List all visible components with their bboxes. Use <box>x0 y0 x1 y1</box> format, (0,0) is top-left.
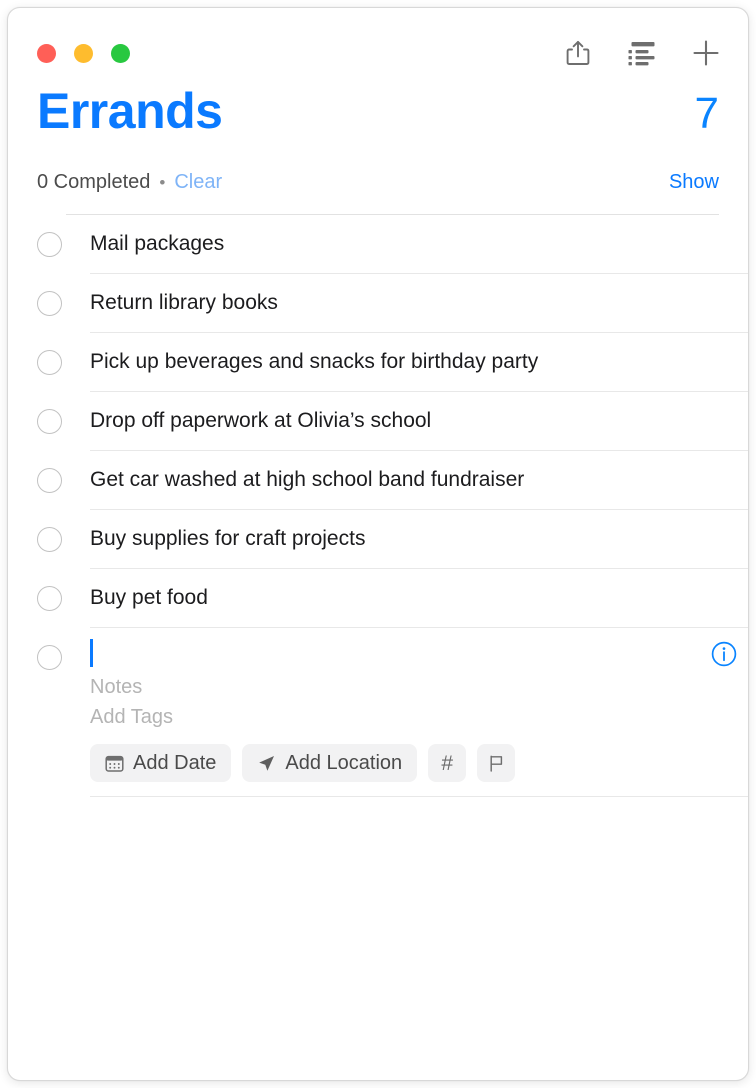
reminder-title[interactable]: Buy supplies for craft projects <box>90 510 740 568</box>
complete-circle-icon[interactable] <box>37 232 62 257</box>
clear-button[interactable]: Clear <box>174 171 222 194</box>
title-row: Errands 7 <box>37 86 719 160</box>
flag-button[interactable] <box>477 744 516 782</box>
reminder-title[interactable]: Buy pet food <box>90 569 740 627</box>
reminder-title[interactable]: Mail packages <box>90 215 740 273</box>
row-body: Buy pet food <box>90 569 748 628</box>
add-location-label: Add Location <box>285 751 403 774</box>
table-row[interactable]: Return library books <box>8 274 748 333</box>
add-date-label: Add Date <box>133 751 217 774</box>
new-reminder-body: Notes Add Tags Add Date Add Location # <box>90 628 748 797</box>
share-button[interactable] <box>562 36 594 70</box>
complete-circle-icon[interactable] <box>37 468 62 493</box>
complete-circle-icon[interactable] <box>37 586 62 611</box>
share-icon <box>565 39 591 67</box>
row-body: Get car washed at high school band fundr… <box>90 451 748 510</box>
minimize-button[interactable] <box>74 44 93 63</box>
info-circle-icon <box>710 641 738 672</box>
reminder-title[interactable]: Return library books <box>90 274 740 332</box>
add-date-button[interactable]: Add Date <box>90 744 232 782</box>
row-body: Return library books <box>90 274 748 333</box>
list-header: Errands 7 0 Completed • Clear Show <box>8 86 748 215</box>
completed-count-label: 0 Completed <box>37 170 151 193</box>
add-location-button[interactable]: Add Location <box>242 744 418 782</box>
quick-actions: Add Date Add Location # <box>90 744 740 782</box>
page-title: Errands <box>37 83 223 139</box>
complete-circle-icon[interactable] <box>37 409 62 434</box>
complete-circle-icon[interactable] <box>37 291 62 316</box>
table-row[interactable]: Get car washed at high school band fundr… <box>8 451 748 510</box>
reminders-window: Errands 7 0 Completed • Clear Show Mail … <box>7 7 749 1081</box>
view-options-button[interactable] <box>626 36 658 70</box>
add-tag-button[interactable]: # <box>428 744 467 782</box>
completed-group: 0 Completed • Clear <box>37 171 222 194</box>
separator-dot: • <box>159 172 166 192</box>
window-controls <box>37 44 130 63</box>
list-view-icon <box>627 40 657 66</box>
tags-input[interactable]: Add Tags <box>90 702 740 732</box>
complete-circle-icon[interactable] <box>37 350 62 375</box>
text-cursor <box>90 639 93 667</box>
complete-circle-icon[interactable] <box>37 527 62 552</box>
titlebar <box>8 8 748 86</box>
reminder-title[interactable]: Drop off paperwork at Olivia’s school <box>90 392 740 450</box>
table-row[interactable]: Drop off paperwork at Olivia’s school <box>8 392 748 451</box>
hash-icon: # <box>441 751 453 775</box>
complete-circle-icon[interactable] <box>37 645 62 670</box>
new-reminder-row[interactable]: Notes Add Tags Add Date Add Location # <box>8 628 748 797</box>
reminder-title[interactable]: Pick up beverages and snacks for birthda… <box>90 333 740 391</box>
reminder-info-button[interactable] <box>710 640 738 673</box>
close-button[interactable] <box>37 44 56 63</box>
flag-icon <box>487 754 505 773</box>
calendar-icon <box>105 754 124 773</box>
row-body: Pick up beverages and snacks for birthda… <box>90 333 748 392</box>
reminder-count-badge: 7 <box>694 89 719 138</box>
show-button[interactable]: Show <box>669 171 719 194</box>
notes-input[interactable]: Notes <box>90 672 740 702</box>
add-reminder-button[interactable] <box>690 36 722 70</box>
row-body: Buy supplies for craft projects <box>90 510 748 569</box>
row-body: Mail packages <box>90 215 748 274</box>
location-arrow-icon <box>257 754 276 773</box>
reminder-title[interactable]: Get car washed at high school band fundr… <box>90 451 740 509</box>
table-row[interactable]: Mail packages <box>8 215 748 274</box>
row-body: Drop off paperwork at Olivia’s school <box>90 392 748 451</box>
reminders-list: Mail packages Return library books Pick … <box>8 215 748 797</box>
plus-icon <box>691 38 721 68</box>
table-row[interactable]: Buy supplies for craft projects <box>8 510 748 569</box>
completed-row: 0 Completed • Clear Show <box>37 160 719 204</box>
table-row[interactable]: Pick up beverages and snacks for birthda… <box>8 333 748 392</box>
zoom-button[interactable] <box>111 44 130 63</box>
new-reminder-title-input[interactable] <box>90 628 740 672</box>
toolbar <box>562 36 722 70</box>
table-row[interactable]: Buy pet food <box>8 569 748 628</box>
